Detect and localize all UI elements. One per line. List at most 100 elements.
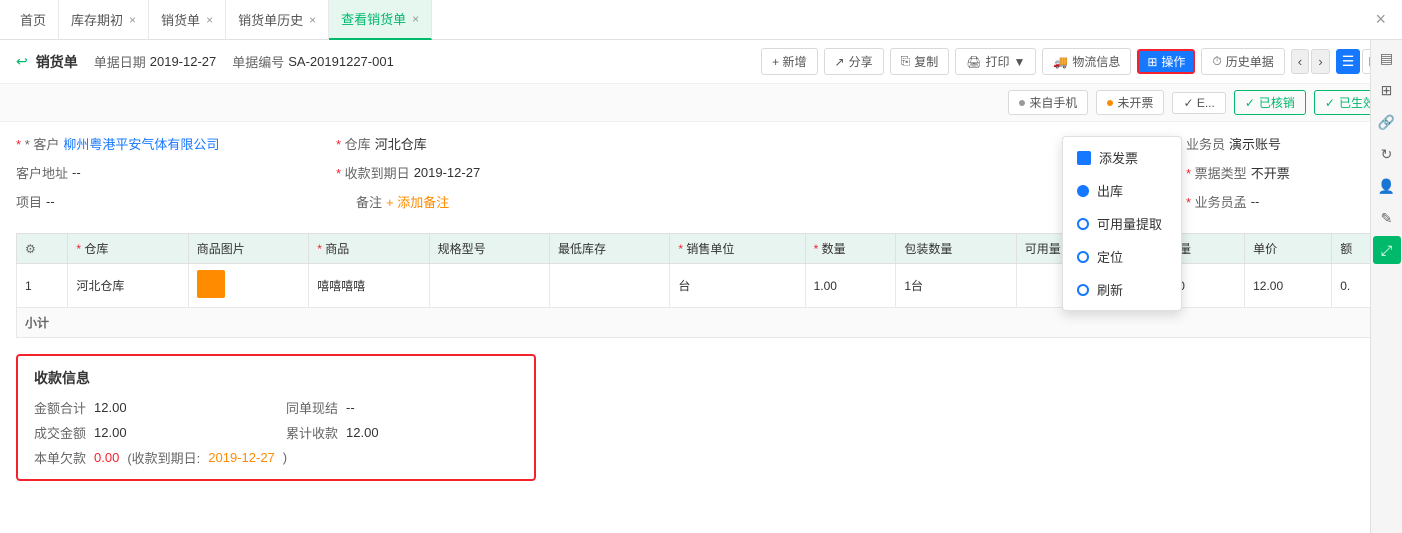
tab-bar: 首页 库存期初 × 销货单 × 销货单历史 × 查看销货单 × × — [0, 0, 1402, 40]
new-button[interactable]: + 新增 — [761, 48, 817, 75]
close-all-tabs[interactable]: × — [1367, 9, 1394, 30]
customer-addr-value: -- — [72, 165, 81, 180]
ticket-type-value: 不开票 — [1251, 163, 1290, 182]
logistics-button[interactable]: 🚚 物流信息 — [1042, 48, 1131, 75]
op-button[interactable]: ⊞ 操作 — [1137, 49, 1195, 74]
tab-view-sales-label: 查看销货单 — [341, 9, 406, 28]
prev-arrow[interactable]: ‹ — [1291, 49, 1309, 74]
phone-dot — [1019, 100, 1025, 106]
ticket-dot — [1107, 100, 1113, 106]
payment-date-value: 2019-12-27 — [414, 165, 481, 180]
payment-total-value: 12.00 — [94, 400, 127, 415]
payment-total-label: 金额合计 — [34, 398, 86, 417]
payment-current-due-row: 本单欠款 0.00 (收款到期日: 2019-12-27 ) — [34, 448, 518, 467]
project-value: -- — [46, 194, 55, 209]
col-gear: ⚙ — [17, 234, 68, 264]
customer-field: * * 客户 柳州粤港平安气体有限公司 — [16, 134, 316, 153]
op-dropdown-menu: 添发票 出库 可用量提取 定位 刷新 — [1062, 136, 1182, 311]
doc-title-text: 销货单 — [36, 52, 78, 72]
payment-date-label: * 收款到期日 — [336, 163, 410, 182]
tab-sales-history-close[interactable]: × — [309, 13, 316, 27]
tab-sales-order[interactable]: 销货单 × — [149, 0, 226, 40]
customer-label: * * 客户 — [16, 134, 59, 153]
tab-home[interactable]: 首页 — [8, 0, 59, 40]
customer-addr-field: 客户地址 -- — [16, 163, 316, 182]
customer-value[interactable]: 柳州粤港平安气体有限公司 — [63, 134, 219, 153]
print-dropdown-arrow: ▼ — [1013, 55, 1025, 69]
available-qty-icon — [1077, 218, 1089, 230]
doc-date-field: 单据日期 2019-12-27 — [94, 52, 217, 71]
dropdown-locate[interactable]: 定位 — [1063, 240, 1181, 273]
tab-sales-order-close[interactable]: × — [206, 13, 213, 27]
payment-section: 收款信息 金额合计 12.00 同单现结 -- 成交金额 12.00 累计收款 … — [16, 354, 536, 481]
payment-cumulative-value: 12.00 — [346, 425, 379, 440]
payment-due-date-value: 2019-12-27 — [208, 450, 275, 465]
check-icon: ✓ — [1245, 96, 1255, 110]
sidebar-icon-rotate[interactable]: ↻ — [1373, 140, 1401, 168]
doc-title: ↩ 销货单 — [16, 52, 78, 72]
dropdown-available-qty[interactable]: 可用量提取 — [1063, 207, 1181, 240]
tab-sales-history-label: 销货单历史 — [238, 10, 303, 29]
doc-meta: 单据日期 2019-12-27 单据编号 SA-20191227-001 — [94, 52, 394, 71]
payment-cumulative-label: 累计收款 — [286, 423, 338, 442]
dropdown-refresh[interactable]: 刷新 — [1063, 273, 1181, 306]
sidebar-icon-edit[interactable]: ✎ — [1373, 204, 1401, 232]
staff-label: 业务员 — [1186, 134, 1225, 153]
note-field: 备注 + 添加备注 — [356, 192, 556, 211]
sidebar-icon-grid[interactable]: ⊞ — [1373, 76, 1401, 104]
payment-grid: 金额合计 12.00 同单现结 -- 成交金额 12.00 累计收款 12.00… — [34, 398, 518, 467]
confirm-button[interactable]: ✓ E... — [1172, 92, 1225, 114]
sales-staff-value: -- — [1251, 194, 1260, 209]
add-note-button[interactable]: + 添加备注 — [386, 192, 449, 211]
sidebar-icon-list[interactable]: ▤ — [1373, 44, 1401, 72]
dropdown-outbound[interactable]: 出库 — [1063, 174, 1181, 207]
tab-inventory-init[interactable]: 库存期初 × — [59, 0, 149, 40]
tab-inventory-init-close[interactable]: × — [129, 13, 136, 27]
row-pack-qty: 1台 — [896, 264, 1016, 308]
list-view-icon[interactable]: ☰ — [1336, 49, 1361, 74]
sidebar-icon-user[interactable]: 👤 — [1373, 172, 1401, 200]
warehouse-label: * 仓库 — [336, 134, 371, 153]
payment-transaction-value: 12.00 — [94, 425, 127, 440]
row-qty: 1.00 — [805, 264, 896, 308]
payment-total-row: 金额合计 12.00 — [34, 398, 266, 417]
gear-icon[interactable]: ⚙ — [25, 242, 36, 256]
main-content: ↩ 销货单 单据日期 2019-12-27 单据编号 SA-20191227-0… — [0, 40, 1402, 533]
sidebar-icon-expand[interactable]: ⤢ — [1373, 236, 1401, 264]
sidebar-icon-link[interactable]: 🔗 — [1373, 108, 1401, 136]
print-button[interactable]: 🖨 打印 ▼ — [955, 48, 1036, 75]
share-button[interactable]: ↗ 分享 — [824, 48, 884, 75]
copy-button[interactable]: ⎘ 复制 — [890, 48, 950, 75]
share-icon: ↗ — [835, 55, 845, 69]
doc-title-icon: ↩ — [16, 53, 28, 70]
toolbar: + 新增 ↗ 分享 ⎘ 复制 🖨 打印 ▼ 🚚 物流信息 ⊞ 操作 — [761, 48, 1386, 75]
tab-home-label: 首页 — [20, 10, 46, 29]
copy-icon: ⎘ — [901, 54, 911, 69]
print-icon: 🖨 — [966, 55, 981, 69]
col-spec: 规格型号 — [429, 234, 549, 264]
refresh-label: 刷新 — [1097, 280, 1123, 299]
tab-view-sales-close[interactable]: × — [412, 12, 419, 26]
form-area: * * 客户 柳州粤港平安气体有限公司 * 仓库 河北仓库 业务员 演示账号 客… — [0, 122, 1402, 233]
dropdown-add-invoice[interactable]: 添发票 — [1063, 141, 1181, 174]
not-open-button[interactable]: 未开票 — [1096, 90, 1164, 115]
from-phone-button[interactable]: 来自手机 — [1008, 90, 1088, 115]
payment-current-due-value: 0.00 — [94, 450, 119, 465]
history-icon: ⏱ — [1212, 54, 1221, 69]
staff-value: 演示账号 — [1229, 134, 1281, 153]
next-arrow[interactable]: › — [1311, 49, 1329, 74]
payment-current-due-label: 本单欠款 — [34, 448, 86, 467]
ticket-type-field: * 票据类型 不开票 — [1186, 163, 1386, 182]
locate-label: 定位 — [1097, 247, 1123, 266]
row-sales-unit: 台 — [670, 264, 805, 308]
payment-date-field: * 收款到期日 2019-12-27 — [336, 163, 636, 182]
history-button[interactable]: ⏱ 历史单据 — [1201, 48, 1284, 75]
staff-field: 业务员 演示账号 — [1186, 134, 1386, 153]
col-sales-unit: * 销售单位 — [670, 234, 805, 264]
project-label: 项目 — [16, 192, 42, 211]
tab-view-sales[interactable]: 查看销货单 × — [329, 0, 432, 40]
tab-sales-history[interactable]: 销货单历史 × — [226, 0, 329, 40]
col-unit-price: 单价 — [1245, 234, 1332, 264]
already-void-status: ✓ 已核销 — [1234, 90, 1306, 115]
table-wrapper: ⚙ * 仓库 商品图片 * 商品 规格型号 最低库存 * 销售单位 * 数量 包… — [0, 233, 1402, 346]
